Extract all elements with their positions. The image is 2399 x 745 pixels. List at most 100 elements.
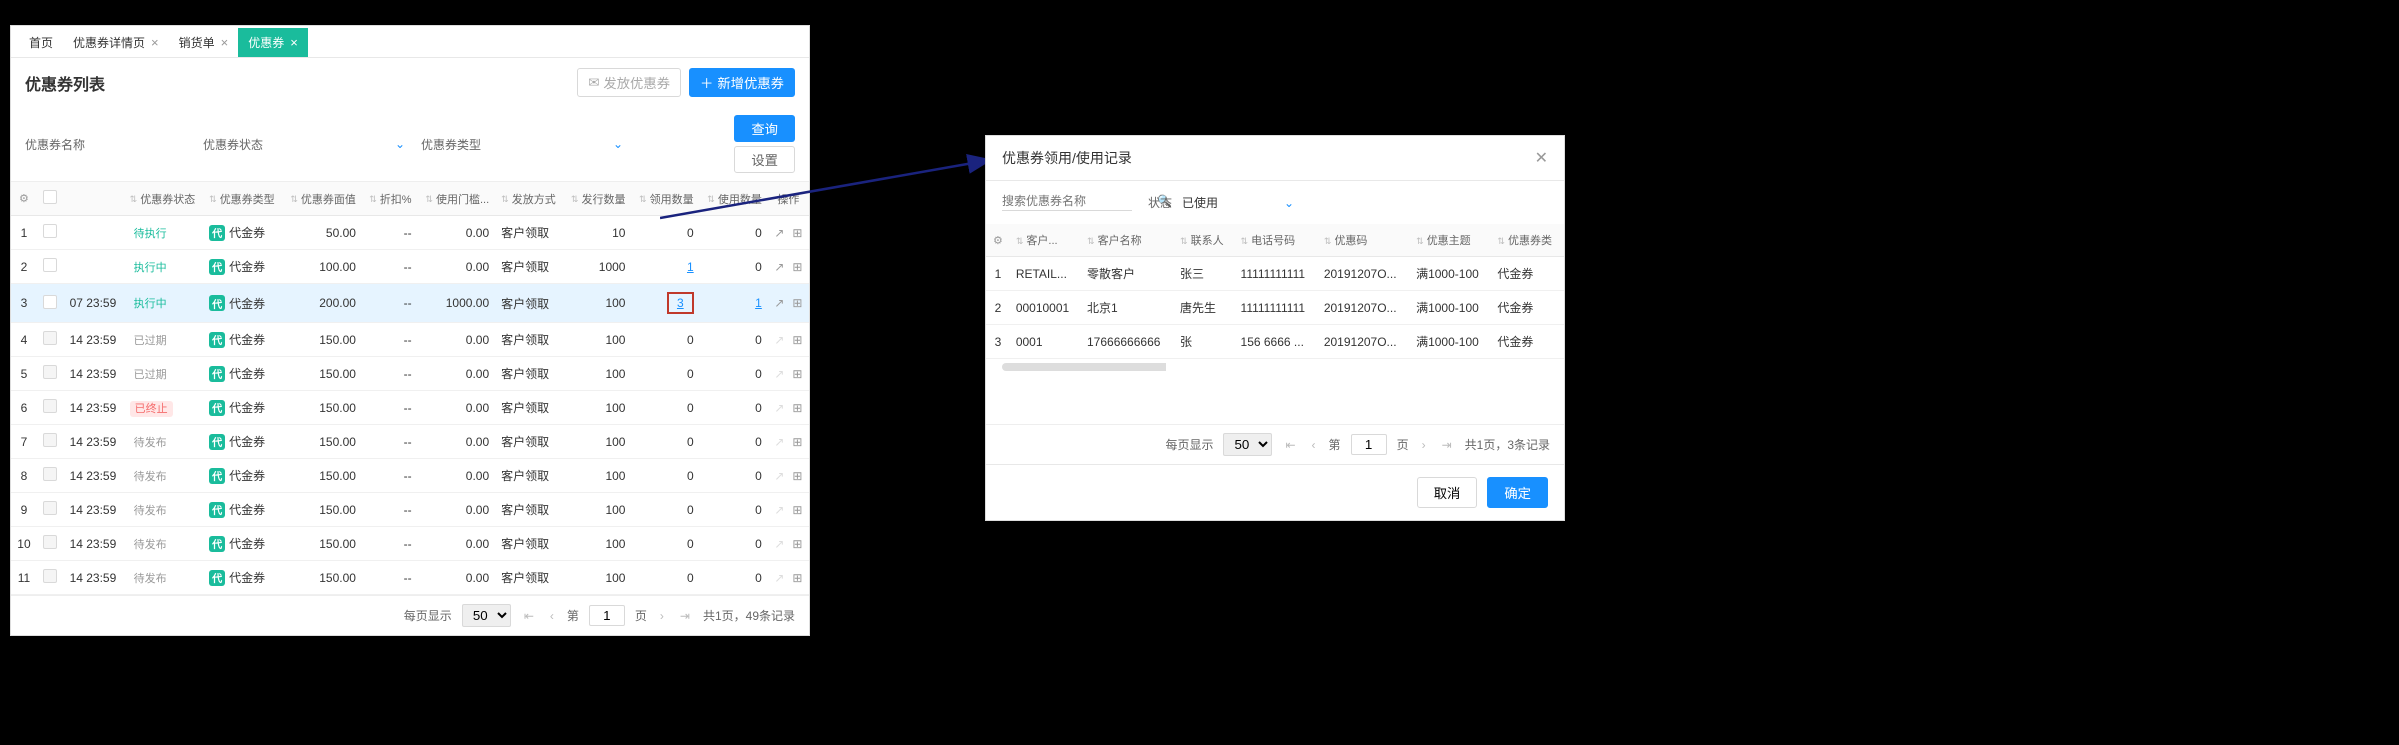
horizontal-scrollbar[interactable]	[1002, 363, 1548, 371]
table-row[interactable]: 200010001北京1唐先生1111111111120191207O...满1…	[986, 291, 1564, 325]
add-coupon-button[interactable]: ＋ 新增优惠券	[689, 68, 795, 97]
table-row[interactable]: 2执行中代代金券100.00--0.00客户领取100010↗⊞	[11, 250, 809, 284]
threshold: 0.00	[418, 323, 496, 357]
select-all-checkbox[interactable]	[43, 190, 57, 204]
pager-prev-icon[interactable]: ‹	[1309, 438, 1319, 452]
modal-per-page-select[interactable]: 50	[1223, 433, 1272, 456]
table-row[interactable]: 1114 23:59待发布代代金券150.00--0.00客户领取10000↗⊞	[11, 561, 809, 595]
qrcode-icon[interactable]: ⊞	[792, 469, 802, 483]
table-row[interactable]: 714 23:59待发布代代金券150.00--0.00客户领取10000↗⊞	[11, 425, 809, 459]
table-row[interactable]: 814 23:59待发布代代金券150.00--0.00客户领取10000↗⊞	[11, 459, 809, 493]
sort-icon[interactable]: ⇅	[1241, 236, 1249, 247]
qrcode-icon[interactable]: ⊞	[792, 503, 802, 517]
table-row[interactable]: 914 23:59待发布代代金券150.00--0.00客户领取10000↗⊞	[11, 493, 809, 527]
issue-qty: 10	[563, 216, 631, 250]
sort-icon[interactable]: ⇅	[209, 194, 217, 205]
cancel-button[interactable]: 取消	[1417, 477, 1478, 508]
pager-next-icon[interactable]: ›	[1419, 438, 1429, 452]
table-row[interactable]: 514 23:59已过期代代金券150.00--0.00客户领取10000↗⊞	[11, 357, 809, 391]
sort-icon[interactable]: ⇅	[1324, 236, 1332, 247]
share-icon[interactable]: ↗	[774, 296, 784, 310]
table-row[interactable]: 307 23:59执行中代代金券200.00--1000.00客户领取10031…	[11, 284, 809, 323]
qrcode-icon[interactable]: ⊞	[792, 333, 802, 347]
sort-icon[interactable]: ⇅	[1416, 236, 1424, 247]
tab-label: 销货单	[179, 34, 215, 51]
sort-icon[interactable]: ⇅	[571, 194, 579, 205]
mail-icon: ✉	[588, 75, 599, 91]
filter-status-select[interactable]: ⌄	[269, 134, 409, 154]
pager-first-icon[interactable]: ⇤	[521, 609, 537, 623]
discount: --	[362, 357, 418, 391]
modal-page-input[interactable]	[1351, 434, 1387, 455]
table-row[interactable]: 1014 23:59待发布代代金券150.00--0.00客户领取10000↗⊞	[11, 527, 809, 561]
confirm-button[interactable]: 确定	[1487, 477, 1548, 508]
coupon-type: 代代金券	[209, 331, 265, 348]
table-row[interactable]: 1待执行代代金券50.00--0.00客户领取1000↗⊞	[11, 216, 809, 250]
qrcode-icon[interactable]: ⊞	[792, 226, 802, 240]
sort-icon[interactable]: ⇅	[369, 194, 377, 205]
sort-icon[interactable]: ⇅	[639, 194, 647, 205]
col-type: 优惠券类型	[220, 194, 275, 206]
status-badge: 待发布	[130, 470, 171, 484]
row-checkbox[interactable]	[43, 258, 57, 272]
page-input[interactable]	[589, 605, 625, 626]
qrcode-icon[interactable]: ⊞	[792, 260, 802, 274]
sort-icon[interactable]: ⇅	[1180, 236, 1188, 247]
qrcode-icon[interactable]: ⊞	[792, 367, 802, 381]
row-checkbox[interactable]	[43, 295, 57, 309]
modal-status-select[interactable]: 已使用 ⌄	[1178, 191, 1298, 214]
close-icon[interactable]: ✕	[1535, 148, 1548, 168]
qrcode-icon[interactable]: ⊞	[792, 401, 802, 415]
sort-icon[interactable]: ⇅	[425, 194, 433, 205]
pager-last-icon[interactable]: ⇥	[1439, 438, 1455, 452]
qrcode-icon[interactable]: ⊞	[792, 571, 802, 585]
row-checkbox[interactable]	[43, 224, 57, 238]
voucher-icon: 代	[209, 295, 225, 311]
sort-icon[interactable]: ⇅	[290, 194, 298, 205]
close-icon[interactable]: ×	[290, 35, 298, 50]
gear-icon[interactable]: ⚙	[19, 193, 29, 205]
sort-icon[interactable]: ⇅	[1016, 236, 1024, 247]
distribute-coupon-button[interactable]: ✉ 发放优惠券	[577, 68, 681, 97]
tab-优惠券详情页[interactable]: 优惠券详情页×	[63, 28, 169, 57]
sort-icon[interactable]: ⇅	[1497, 236, 1505, 247]
pager-first-icon[interactable]: ⇤	[1282, 438, 1298, 452]
tab-优惠券[interactable]: 优惠券×	[238, 28, 308, 57]
pager-last-icon[interactable]: ⇥	[677, 609, 693, 623]
modal-status-label: 状态	[1148, 194, 1172, 211]
tab-销货单[interactable]: 销货单 ×	[169, 28, 239, 57]
close-icon[interactable]: ×	[221, 35, 229, 50]
sort-icon[interactable]: ⇅	[1087, 236, 1095, 247]
table-row[interactable]: 414 23:59已过期代代金券150.00--0.00客户领取10000↗⊞	[11, 323, 809, 357]
pager-next-icon[interactable]: ›	[657, 609, 667, 623]
sort-icon[interactable]: ⇅	[501, 194, 509, 205]
chevron-down-icon: ⌄	[1284, 196, 1294, 210]
share-icon[interactable]: ↗	[774, 260, 784, 274]
table-row[interactable]: 3000117666666666张156 6666 ...20191207O..…	[986, 325, 1564, 359]
modal-search-input[interactable]	[1002, 194, 1157, 208]
sort-icon[interactable]: ⇅	[707, 194, 715, 205]
customer-code: 00010001	[1010, 291, 1081, 325]
per-page-select[interactable]: 50	[462, 604, 511, 627]
share-icon[interactable]: ↗	[774, 226, 784, 240]
table-row[interactable]: 614 23:59已终止代代金券150.00--0.00客户领取10000↗⊞	[11, 391, 809, 425]
threshold: 0.00	[418, 561, 496, 595]
close-icon[interactable]: ×	[151, 35, 159, 50]
gear-icon[interactable]: ⚙	[993, 235, 1003, 247]
pager-prev-icon[interactable]: ‹	[547, 609, 557, 623]
table-row[interactable]: 1RETAIL...零散客户张三1111111111120191207O...满…	[986, 257, 1564, 291]
customer-code: RETAIL...	[1010, 257, 1081, 291]
qrcode-icon[interactable]: ⊞	[792, 296, 802, 310]
settings-button[interactable]: 设置	[734, 146, 795, 173]
qrcode-icon[interactable]: ⊞	[792, 435, 802, 449]
claim-count-link[interactable]: 3	[677, 296, 684, 310]
filter-name-input[interactable]	[91, 133, 191, 155]
use-count-link[interactable]: 1	[755, 296, 762, 310]
tab-label: 首页	[29, 34, 53, 51]
filter-type-select[interactable]: ⌄	[487, 134, 627, 154]
sort-icon[interactable]: ⇅	[130, 194, 138, 205]
tab-首页[interactable]: 首页	[19, 28, 63, 57]
search-button[interactable]: 查询	[734, 115, 795, 142]
claim-count-link[interactable]: 1	[687, 260, 694, 274]
qrcode-icon[interactable]: ⊞	[792, 537, 802, 551]
